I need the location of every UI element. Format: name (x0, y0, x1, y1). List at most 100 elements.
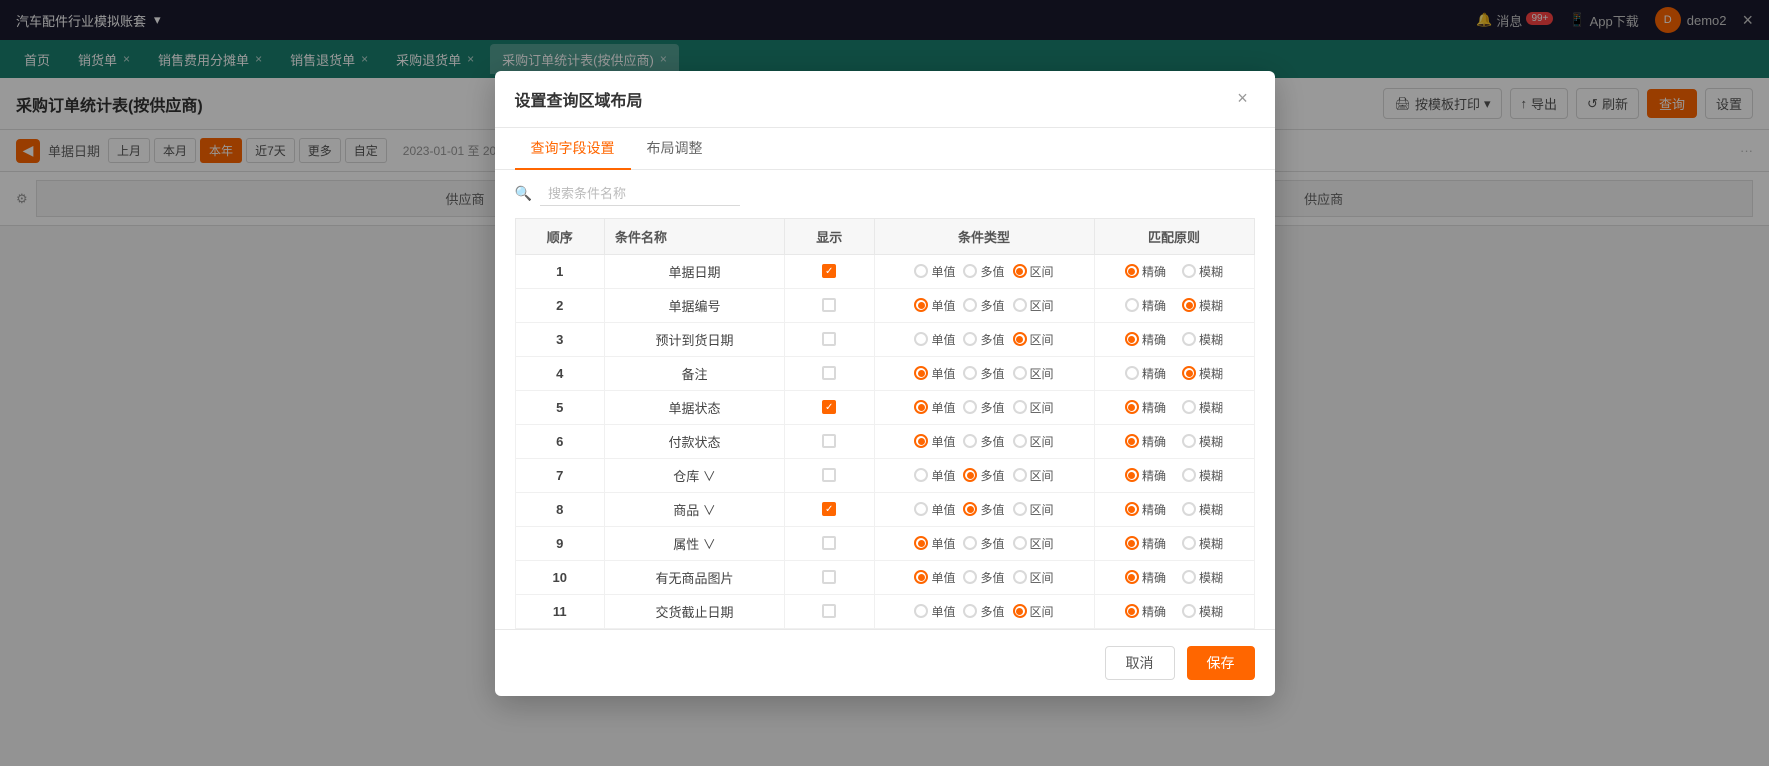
radio-match-精确[interactable]: 精确 (1125, 365, 1166, 382)
radio-match-模糊[interactable]: 模糊 (1182, 331, 1223, 348)
radio-match-模糊[interactable]: 模糊 (1182, 569, 1223, 586)
radio-match-精确[interactable]: 精确 (1125, 263, 1166, 280)
cell-order: 10 (515, 560, 605, 594)
search-condition-input[interactable] (540, 182, 740, 206)
radio-type-单值[interactable]: 单值 (914, 297, 955, 314)
show-checkbox[interactable] (822, 536, 836, 550)
show-checkbox[interactable] (822, 468, 836, 482)
radio-type-区间[interactable]: 区间 (1013, 365, 1054, 382)
radio-match-模糊[interactable]: 模糊 (1182, 263, 1223, 280)
modal-table-wrap: 顺序 条件名称 显示 条件类型 匹配原则 1单据日期单值多值区间精确模糊2单据编… (495, 218, 1275, 629)
cell-match-rule: 精确模糊 (1094, 492, 1254, 526)
cell-condition-type: 单值多值区间 (874, 492, 1094, 526)
table-row: 9属性 ∨单值多值区间精确模糊 (515, 526, 1254, 560)
radio-type-多值[interactable]: 多值 (963, 501, 1004, 518)
cell-order: 7 (515, 458, 605, 492)
radio-match-模糊[interactable]: 模糊 (1182, 501, 1223, 518)
cell-order: 4 (515, 356, 605, 390)
modal-tabs: 查询字段设置 布局调整 (495, 128, 1275, 170)
show-checkbox[interactable] (822, 502, 836, 516)
radio-match-模糊[interactable]: 模糊 (1182, 399, 1223, 416)
radio-type-单值[interactable]: 单值 (914, 433, 955, 450)
table-row: 3预计到货日期单值多值区间精确模糊 (515, 322, 1254, 356)
radio-match-精确[interactable]: 精确 (1125, 297, 1166, 314)
cell-name: 单据状态 (605, 390, 785, 424)
radio-type-多值[interactable]: 多值 (963, 399, 1004, 416)
radio-type-区间[interactable]: 区间 (1013, 263, 1054, 280)
radio-type-区间[interactable]: 区间 (1013, 535, 1054, 552)
radio-type-区间[interactable]: 区间 (1013, 331, 1054, 348)
radio-match-精确[interactable]: 精确 (1125, 569, 1166, 586)
radio-type-单值[interactable]: 单值 (914, 501, 955, 518)
radio-type-单值[interactable]: 单值 (914, 467, 955, 484)
radio-match-模糊[interactable]: 模糊 (1182, 603, 1223, 620)
radio-type-区间[interactable]: 区间 (1013, 501, 1054, 518)
cell-order: 8 (515, 492, 605, 526)
radio-match-模糊[interactable]: 模糊 (1182, 297, 1223, 314)
modal-close-button[interactable]: × (1231, 87, 1255, 111)
modal-header: 设置查询区域布局 × (495, 71, 1275, 128)
radio-type-多值[interactable]: 多值 (963, 535, 1004, 552)
radio-type-多值[interactable]: 多值 (963, 603, 1004, 620)
cell-order: 1 (515, 254, 605, 288)
cell-show (785, 526, 875, 560)
cell-show (785, 492, 875, 526)
radio-match-精确[interactable]: 精确 (1125, 603, 1166, 620)
cell-show (785, 594, 875, 628)
show-checkbox[interactable] (822, 604, 836, 618)
cell-show (785, 356, 875, 390)
radio-match-精确[interactable]: 精确 (1125, 399, 1166, 416)
show-checkbox[interactable] (822, 400, 836, 414)
radio-match-精确[interactable]: 精确 (1125, 501, 1166, 518)
show-checkbox[interactable] (822, 434, 836, 448)
radio-match-精确[interactable]: 精确 (1125, 467, 1166, 484)
show-checkbox[interactable] (822, 298, 836, 312)
radio-type-单值[interactable]: 单值 (914, 399, 955, 416)
radio-type-区间[interactable]: 区间 (1013, 399, 1054, 416)
radio-type-区间[interactable]: 区间 (1013, 433, 1054, 450)
radio-type-多值[interactable]: 多值 (963, 467, 1004, 484)
cell-show (785, 322, 875, 356)
modal-tab-query-fields[interactable]: 查询字段设置 (515, 128, 631, 170)
cancel-button[interactable]: 取消 (1105, 646, 1175, 680)
radio-type-单值[interactable]: 单值 (914, 569, 955, 586)
show-checkbox[interactable] (822, 264, 836, 278)
radio-type-单值[interactable]: 单值 (914, 331, 955, 348)
cell-condition-type: 单值多值区间 (874, 390, 1094, 424)
radio-type-多值[interactable]: 多值 (963, 263, 1004, 280)
radio-type-单值[interactable]: 单值 (914, 365, 955, 382)
radio-type-多值[interactable]: 多值 (963, 297, 1004, 314)
show-checkbox[interactable] (822, 570, 836, 584)
cell-show (785, 424, 875, 458)
cell-condition-type: 单值多值区间 (874, 288, 1094, 322)
radio-type-多值[interactable]: 多值 (963, 365, 1004, 382)
show-checkbox[interactable] (822, 332, 836, 346)
radio-type-多值[interactable]: 多值 (963, 569, 1004, 586)
radio-type-区间[interactable]: 区间 (1013, 569, 1054, 586)
radio-type-多值[interactable]: 多值 (963, 331, 1004, 348)
cell-name: 单据日期 (605, 254, 785, 288)
radio-match-模糊[interactable]: 模糊 (1182, 365, 1223, 382)
col-condition-name: 条件名称 (605, 218, 785, 254)
cell-match-rule: 精确模糊 (1094, 458, 1254, 492)
radio-type-多值[interactable]: 多值 (963, 433, 1004, 450)
radio-type-单值[interactable]: 单值 (914, 603, 955, 620)
save-button[interactable]: 保存 (1187, 646, 1255, 680)
radio-type-单值[interactable]: 单值 (914, 535, 955, 552)
radio-match-精确[interactable]: 精确 (1125, 535, 1166, 552)
radio-type-区间[interactable]: 区间 (1013, 467, 1054, 484)
modal-tab-layout-adjust[interactable]: 布局调整 (631, 128, 719, 170)
radio-match-精确[interactable]: 精确 (1125, 331, 1166, 348)
radio-match-模糊[interactable]: 模糊 (1182, 433, 1223, 450)
cell-condition-type: 单值多值区间 (874, 322, 1094, 356)
show-checkbox[interactable] (822, 366, 836, 380)
radio-type-区间[interactable]: 区间 (1013, 603, 1054, 620)
radio-match-精确[interactable]: 精确 (1125, 433, 1166, 450)
cell-order: 6 (515, 424, 605, 458)
cell-name: 商品 ∨ (605, 492, 785, 526)
radio-match-模糊[interactable]: 模糊 (1182, 467, 1223, 484)
cell-match-rule: 精确模糊 (1094, 424, 1254, 458)
radio-type-单值[interactable]: 单值 (914, 263, 955, 280)
radio-type-区间[interactable]: 区间 (1013, 297, 1054, 314)
radio-match-模糊[interactable]: 模糊 (1182, 535, 1223, 552)
